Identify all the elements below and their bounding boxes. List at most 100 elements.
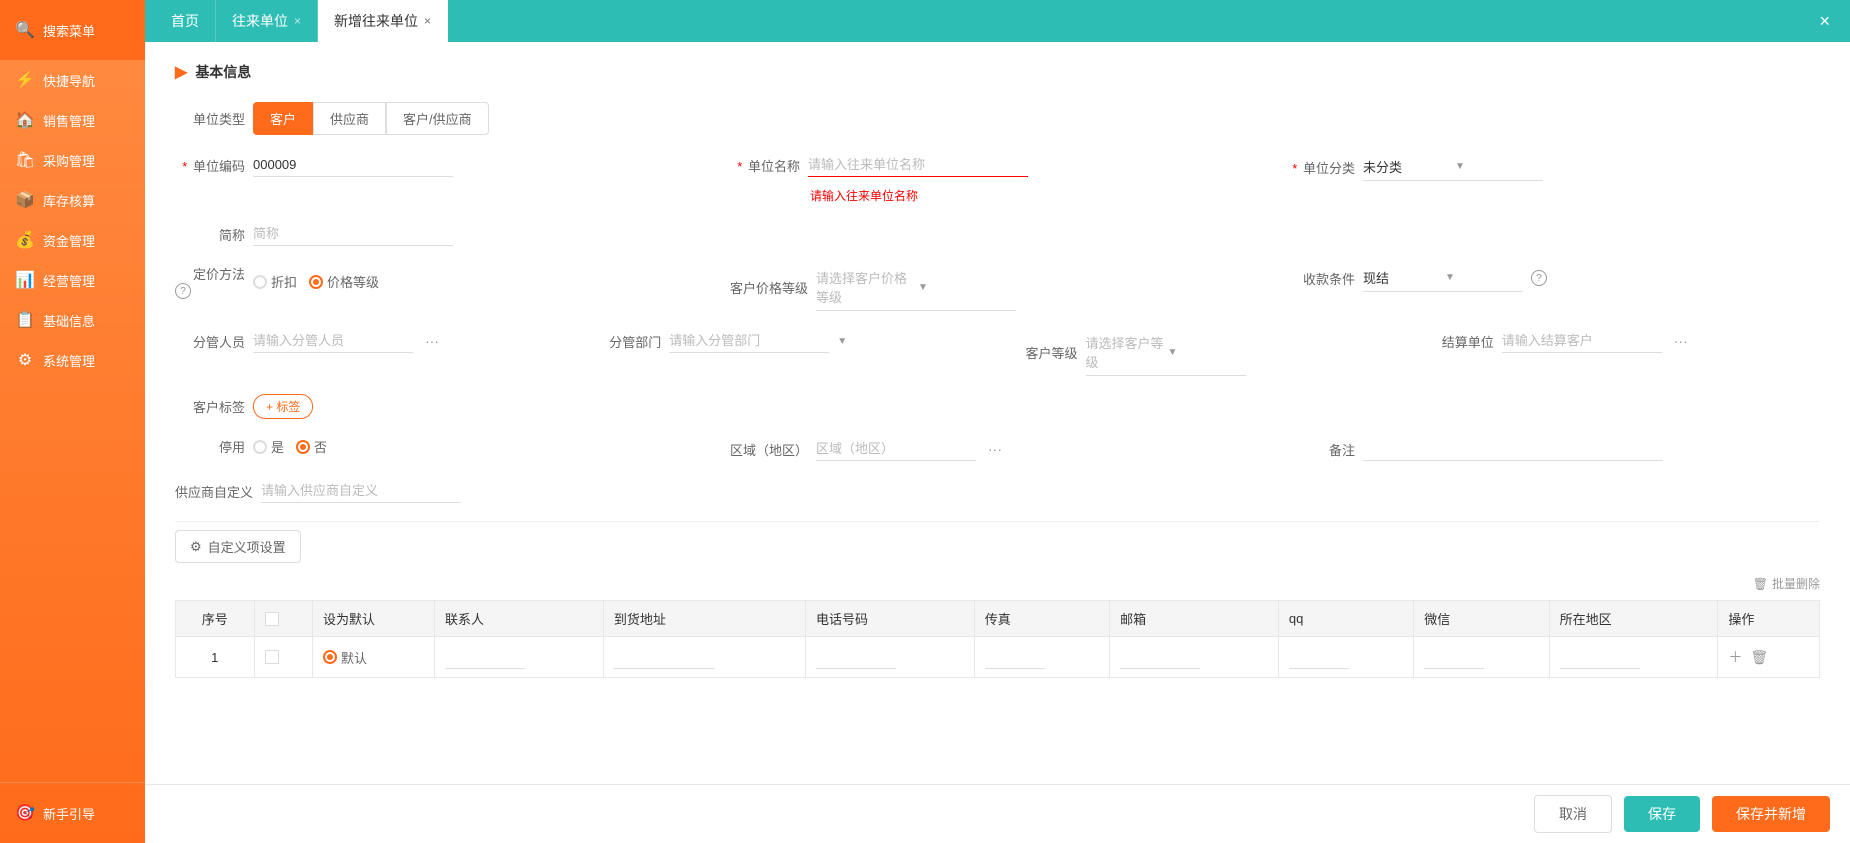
short-name-input[interactable] [253,222,453,246]
settlement-ellipsis[interactable]: ··· [1670,333,1692,349]
tab-contacts[interactable]: 往来单位 × [216,0,318,42]
divider [175,521,1820,522]
sidebar-basic-label: 基础信息 [43,311,95,330]
tab-new-contact[interactable]: 新增往来单位 × [318,0,448,42]
content-area: ▶ 基本信息 单位类型 客户 供应商 客户/供应商 * 单位编码 [145,42,1850,784]
custom-settings-button[interactable]: ⚙ 自定义项设置 [175,530,301,563]
section-icon: ▶ [175,62,187,82]
payment-terms-help-icon[interactable]: ? [1531,270,1547,286]
phone-input[interactable] [816,645,896,669]
pricing-help-icon[interactable]: ? [175,283,191,299]
payment-terms-arrow: ▼ [1445,272,1523,283]
price-level-select[interactable]: 请选择客户价格等级 ▼ [816,264,1016,311]
sidebar-item-quicknav[interactable]: ⚡ 快捷导航 [0,60,145,100]
pricing-radio-discount[interactable]: 折扣 [253,272,297,291]
customer-level-arrow: ▼ [1168,347,1246,358]
pricing-radio-discount-circle [253,275,267,289]
sidebar-item-finance[interactable]: 💰 资金管理 [0,220,145,260]
row-wechat[interactable] [1414,637,1549,678]
sidebar-inventory-label: 库存核算 [43,191,95,210]
qq-input[interactable] [1289,645,1349,669]
tab-contacts-close[interactable]: × [294,14,301,28]
sidebar-system-label: 系统管理 [43,351,95,370]
row-contact[interactable] [435,637,604,678]
sidebar-item-basic[interactable]: 📋 基础信息 [0,300,145,340]
tab-home[interactable]: 首页 [155,0,216,42]
region-input[interactable] [816,437,976,461]
remarks-field: 备注 [1285,437,1820,461]
batch-delete-icon: 🗑 [1753,577,1768,591]
tabs-container: 首页 往来单位 × 新增往来单位 × [155,0,448,42]
cancel-button[interactable]: 取消 [1534,795,1612,833]
disable-no-item[interactable]: 否 [296,437,327,456]
row-region[interactable] [1549,637,1718,678]
tab-new-contact-close[interactable]: × [424,14,431,28]
manager-input[interactable] [253,329,413,353]
sidebar-item-operations[interactable]: 📊 经营管理 [0,260,145,300]
unit-name-field: * 单位名称 请输入往来单位名称 [730,153,1265,204]
region-table-input[interactable] [1560,645,1640,669]
unit-name-input[interactable] [808,153,1028,177]
sidebar-item-search[interactable]: 🔍 搜索菜单 [0,10,145,50]
unit-category-field: * 单位分类 未分类 ▼ [1285,153,1820,181]
dept-input[interactable] [669,329,829,353]
disable-yes-item[interactable]: 是 [253,437,284,456]
row-phone[interactable] [806,637,975,678]
payment-terms-select[interactable]: 现结 ▼ [1363,264,1523,292]
row-default-circle [323,650,337,664]
type-btn-supplier[interactable]: 供应商 [313,102,386,135]
unit-code-input[interactable] [253,153,453,177]
contact-input[interactable] [445,645,525,669]
remarks-input[interactable] [1363,437,1663,461]
row-email[interactable] [1110,637,1279,678]
delete-row-icon[interactable]: 🗑 [1750,649,1768,666]
tabbar-close-button[interactable]: × [1809,11,1840,32]
sidebar-item-system[interactable]: ⚙ 系统管理 [0,340,145,380]
batch-delete[interactable]: 🗑 批量删除 [175,575,1820,592]
add-row-icon[interactable]: ＋ [1728,647,1742,667]
address-input[interactable] [614,645,714,669]
sidebar-item-purchase[interactable]: 🛍 采购管理 [0,140,145,180]
pricing-radio-level[interactable]: 价格等级 [309,272,379,291]
row-seq: 1 [176,637,255,678]
customer-level-select[interactable]: 请选择客户等级 ▼ [1086,329,1246,376]
email-input[interactable] [1120,645,1200,669]
col-qq: qq [1278,601,1413,637]
row-fax[interactable] [974,637,1109,678]
dept-field: 分管部门 ▼ [591,329,987,353]
wechat-input[interactable] [1424,645,1484,669]
col-default: 设为默认 [313,601,435,637]
supplier-custom-input[interactable] [261,479,461,503]
unit-code-label: * 单位编码 [175,156,245,175]
pricing-method-label: 定价方法 ? [175,264,245,299]
sidebar-search[interactable]: 🔍 搜索菜单 [0,0,145,60]
unit-type-field: 单位类型 客户 供应商 客户/供应商 [175,102,1820,135]
fax-input[interactable] [985,645,1045,669]
unit-category-select[interactable]: 未分类 ▼ [1363,153,1543,181]
payment-terms-field: 收款条件 现结 ▼ ? [1285,264,1820,292]
region-ellipsis[interactable]: ··· [984,441,1006,457]
save-button[interactable]: 保存 [1624,796,1700,832]
add-tag-button[interactable]: + 标签 [253,394,313,419]
settlement-input[interactable] [1502,329,1662,353]
disable-field: 停用 是 否 [175,437,710,456]
unit-name-label: * 单位名称 [730,156,800,175]
row-default-radio[interactable]: 默认 [323,648,424,667]
sidebar: 🔍 搜索菜单 ⚡ 快捷导航 🏠 销售管理 🛍 采购管理 📦 库存核算 💰 资金管… [0,0,145,843]
price-level-field: 客户价格等级 请选择客户价格等级 ▼ [730,264,1265,311]
type-btn-both[interactable]: 客户/供应商 [386,102,489,135]
section-title: 基本信息 [195,62,251,82]
row-address[interactable] [603,637,805,678]
row-checkbox[interactable] [265,650,279,664]
manager-ellipsis[interactable]: ··· [421,333,443,349]
save-and-new-button[interactable]: 保存并新增 [1712,796,1830,832]
row-qq[interactable] [1278,637,1413,678]
table-header-row: 序号 设为默认 联系人 到货地址 电话号码 传真 邮箱 qq 微信 所在地区 操… [176,601,1820,637]
type-btn-customer[interactable]: 客户 [253,102,313,135]
batch-delete-label: 批量删除 [1772,575,1820,592]
sidebar-item-inventory[interactable]: 📦 库存核算 [0,180,145,220]
sidebar-item-newbie[interactable]: 🎯 新手引导 [0,793,145,833]
manager-field: 分管人员 ··· [175,329,571,353]
header-checkbox[interactable] [265,612,279,626]
sidebar-item-sales[interactable]: 🏠 销售管理 [0,100,145,140]
